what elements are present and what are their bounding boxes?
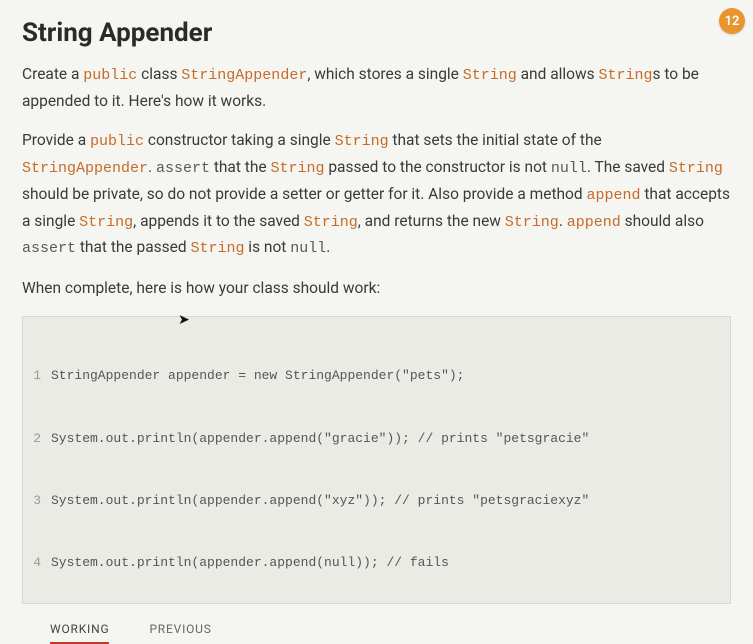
tab-working[interactable]: WORKING bbox=[50, 622, 109, 644]
intro-paragraph: Create a public class StringAppender, wh… bbox=[22, 62, 731, 114]
code-line: 2System.out.println(appender.append("gra… bbox=[23, 429, 730, 450]
code-example: 1StringAppender appender = new StringApp… bbox=[22, 316, 731, 604]
text: that the bbox=[210, 158, 270, 176]
tab-bar: WORKING PREVIOUS bbox=[22, 622, 731, 644]
text: . bbox=[559, 212, 567, 230]
keyword-string: String bbox=[270, 160, 324, 177]
text: should also bbox=[621, 212, 704, 230]
example-lead: When complete, here is how your class sh… bbox=[22, 276, 731, 302]
keyword-append: append bbox=[567, 214, 621, 231]
keyword-string: String bbox=[304, 214, 358, 231]
code-line: 3System.out.println(appender.append("xyz… bbox=[23, 491, 730, 512]
keyword-public: public bbox=[90, 133, 144, 150]
keyword-null: null bbox=[290, 240, 326, 257]
text: . bbox=[148, 158, 156, 176]
text: , which stores a single bbox=[307, 65, 462, 83]
keyword-string: String bbox=[79, 214, 133, 231]
line-number: 1 bbox=[23, 366, 51, 387]
text: . The saved bbox=[587, 158, 669, 176]
line-number: 3 bbox=[23, 491, 51, 512]
line-number: 4 bbox=[23, 553, 51, 574]
detail-paragraph: Provide a public constructor taking a si… bbox=[22, 128, 731, 262]
text: . bbox=[326, 238, 330, 256]
keyword-classname: StringAppender bbox=[22, 160, 148, 177]
tab-previous[interactable]: PREVIOUS bbox=[149, 622, 211, 644]
keyword-string: String bbox=[669, 160, 723, 177]
keyword-string: String bbox=[505, 214, 559, 231]
keyword-assert: assert bbox=[156, 160, 210, 177]
code-text: System.out.println(appender.append(null)… bbox=[51, 553, 449, 574]
score-badge: 12 bbox=[719, 8, 745, 34]
page-title: String Appender bbox=[22, 18, 731, 48]
text: , appends it to the saved bbox=[133, 212, 304, 230]
keyword-null: null bbox=[551, 160, 587, 177]
keyword-string: String bbox=[599, 67, 653, 84]
line-number: 2 bbox=[23, 429, 51, 450]
score-value: 12 bbox=[725, 14, 740, 29]
keyword-string: String bbox=[190, 240, 244, 257]
code-line: 1StringAppender appender = new StringApp… bbox=[23, 366, 730, 387]
text: that sets the initial state of the bbox=[389, 131, 602, 149]
keyword-classname: StringAppender bbox=[181, 67, 307, 84]
text: and allows bbox=[517, 65, 599, 83]
keyword-string: String bbox=[463, 67, 517, 84]
text: , and returns the new bbox=[358, 212, 505, 230]
code-text: System.out.println(appender.append("grac… bbox=[51, 429, 589, 450]
keyword-assert: assert bbox=[22, 240, 76, 257]
code-line: 4System.out.println(appender.append(null… bbox=[23, 553, 730, 574]
keyword-append: append bbox=[587, 187, 641, 204]
text: passed to the constructor is not bbox=[324, 158, 550, 176]
text: should be private, so do not provide a s… bbox=[22, 185, 587, 203]
keyword-string: String bbox=[335, 133, 389, 150]
text: class bbox=[137, 65, 181, 83]
code-text: StringAppender appender = new StringAppe… bbox=[51, 366, 464, 387]
text: constructor taking a single bbox=[144, 131, 335, 149]
text: that the passed bbox=[76, 238, 190, 256]
text: is not bbox=[244, 238, 290, 256]
text: Provide a bbox=[22, 131, 90, 149]
keyword-public: public bbox=[83, 67, 137, 84]
text: Create a bbox=[22, 65, 83, 83]
code-text: System.out.println(appender.append("xyz"… bbox=[51, 491, 589, 512]
